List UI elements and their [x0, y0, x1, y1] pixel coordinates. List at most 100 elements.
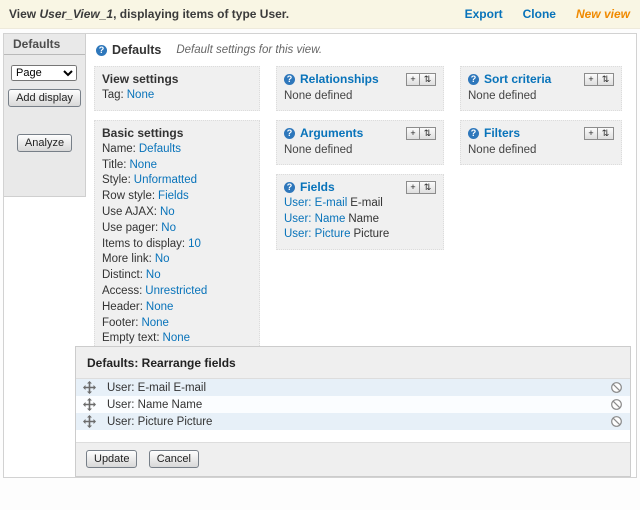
view-info-title: View User_View_1, displaying items of ty…: [9, 7, 289, 21]
sort-criteria-actions: + ⇅: [584, 72, 614, 86]
rearrange-icon[interactable]: ⇅: [598, 126, 614, 140]
field-link[interactable]: User: E-mail: [284, 197, 347, 209]
relationships-header: ? Relationships + ⇅: [284, 71, 436, 87]
drag-handle-icon[interactable]: [83, 381, 96, 394]
drag-handle-icon[interactable]: [83, 398, 96, 411]
column-right: ? Sort criteria + ⇅ None defined ? Filte…: [460, 66, 622, 379]
setting-label: Use pager:: [102, 221, 159, 234]
settings-columns: View settings Tag: None Basic settings Na…: [94, 66, 622, 379]
sort-criteria-link[interactable]: Sort criteria: [484, 71, 551, 87]
rearrange-row-label: User: E-mail E-mail: [107, 381, 207, 394]
display-settings: ? Defaults Default settings for this vie…: [92, 34, 636, 379]
remove-icon[interactable]: [610, 381, 623, 394]
view-settings-box: View settings Tag: None: [94, 66, 260, 111]
sort-criteria-empty: None defined: [468, 90, 537, 102]
rearrange-row-label: User: Name Name: [107, 398, 203, 411]
display-type-select[interactable]: Page: [11, 65, 77, 81]
add-display-button[interactable]: Add display: [8, 89, 81, 107]
add-icon[interactable]: +: [584, 72, 598, 86]
setting-row: Access: Unrestricted: [102, 284, 252, 300]
view-action-links: Export Clone New view: [445, 7, 630, 21]
rearrange-fields-form: Defaults: Rearrange fields User: E-mail …: [75, 346, 631, 477]
setting-value-link[interactable]: Unformatted: [134, 174, 197, 186]
arguments-header: ? Arguments + ⇅: [284, 125, 436, 141]
setting-value-link[interactable]: None: [130, 159, 158, 171]
setting-row: Use AJAX: No: [102, 205, 252, 221]
arguments-link[interactable]: Arguments: [300, 125, 363, 141]
setting-value-link[interactable]: None: [146, 301, 174, 313]
field-item: User: Picture Picture: [284, 227, 436, 243]
cancel-button[interactable]: Cancel: [148, 450, 199, 468]
add-icon[interactable]: +: [406, 72, 420, 86]
add-icon[interactable]: +: [406, 180, 420, 194]
setting-row: Row style: Fields: [102, 189, 252, 205]
setting-value-link[interactable]: None: [141, 317, 169, 329]
setting-label: Name:: [102, 142, 136, 155]
filters-empty: None defined: [468, 144, 537, 156]
rearrange-icon[interactable]: ⇅: [420, 72, 436, 86]
field-link[interactable]: User: Picture: [284, 228, 350, 240]
field-label-text: Picture: [353, 228, 390, 240]
fields-actions: + ⇅: [406, 180, 436, 194]
setting-value-link[interactable]: Fields: [158, 190, 189, 202]
help-icon[interactable]: ?: [468, 127, 479, 139]
field-link[interactable]: User: Name: [284, 213, 345, 225]
rearrange-row: User: E-mail E-mail: [76, 379, 630, 396]
help-icon[interactable]: ?: [96, 44, 107, 56]
setting-value-link[interactable]: Defaults: [139, 143, 181, 155]
setting-value-link[interactable]: None: [127, 89, 155, 101]
field-label-text: Name: [348, 212, 380, 225]
update-button[interactable]: Update: [86, 450, 138, 468]
setting-value-link[interactable]: No: [161, 222, 176, 234]
setting-value-link[interactable]: No: [160, 206, 175, 218]
help-icon[interactable]: ?: [284, 73, 295, 85]
fields-box: ? Fields + ⇅ User: E-mail E-mail User: Na…: [276, 174, 444, 250]
setting-value-link[interactable]: No: [146, 269, 161, 281]
setting-row: Use pager: No: [102, 221, 252, 237]
filters-link[interactable]: Filters: [484, 125, 520, 141]
help-icon[interactable]: ?: [284, 127, 295, 139]
setting-row: Tag: None: [102, 88, 252, 104]
setting-label: Header:: [102, 300, 143, 313]
view-settings-title: View settings: [102, 72, 179, 86]
analyze-button[interactable]: Analyze: [16, 134, 73, 152]
setting-label: More link:: [102, 253, 152, 266]
fields-link[interactable]: Fields: [300, 179, 335, 195]
setting-value-link[interactable]: Unrestricted: [145, 285, 207, 297]
help-icon[interactable]: ?: [284, 181, 295, 193]
clone-link[interactable]: Clone: [523, 7, 556, 21]
column-basic: View settings Tag: None Basic settings Na…: [94, 66, 260, 379]
add-icon[interactable]: +: [584, 126, 598, 140]
setting-label: Use AJAX:: [102, 205, 157, 218]
relationships-link[interactable]: Relationships: [300, 71, 379, 87]
drag-handle-icon[interactable]: [83, 415, 96, 428]
setting-row: Title: None: [102, 158, 252, 174]
rearrange-icon[interactable]: ⇅: [598, 72, 614, 86]
setting-label: Empty text:: [102, 332, 160, 345]
setting-row: Style: Unformatted: [102, 173, 252, 189]
export-link[interactable]: Export: [465, 7, 503, 21]
rearrange-row: User: Name Name: [76, 396, 630, 413]
setting-value-link[interactable]: 10: [188, 238, 201, 250]
setting-label: Tag:: [102, 89, 124, 101]
setting-row: More link: No: [102, 252, 252, 268]
tab-defaults[interactable]: Defaults: [4, 34, 85, 55]
remove-icon[interactable]: [610, 398, 623, 411]
new-view-link[interactable]: New view: [576, 7, 630, 21]
rearrange-row-label: User: Picture Picture: [107, 415, 213, 428]
display-header: ? Defaults Default settings for this vie…: [94, 41, 622, 66]
display-sidebar: Defaults Page Add display Analyze: [4, 34, 86, 197]
setting-label: Row style:: [102, 190, 156, 203]
help-icon[interactable]: ?: [468, 73, 479, 85]
setting-value-link[interactable]: No: [155, 253, 170, 265]
rearrange-icon[interactable]: ⇅: [420, 180, 436, 194]
relationships-empty: None defined: [284, 90, 353, 102]
rearrange-icon[interactable]: ⇅: [420, 126, 436, 140]
view-info-prefix: View: [9, 7, 37, 21]
add-icon[interactable]: +: [406, 126, 420, 140]
view-info-suffix: , displaying items of type User.: [113, 7, 290, 21]
remove-icon[interactable]: [610, 415, 623, 428]
setting-row: Items to display: 10: [102, 237, 252, 253]
setting-value-link[interactable]: None: [163, 332, 191, 344]
rearrange-spacer: [76, 430, 630, 442]
